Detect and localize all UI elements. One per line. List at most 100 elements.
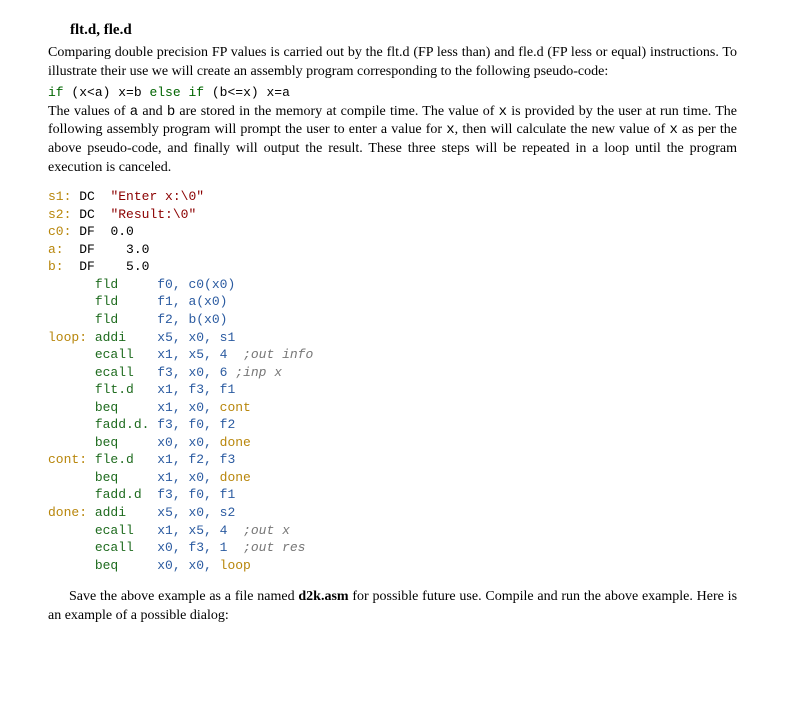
code-line: a: DF 3.0 xyxy=(48,241,737,259)
ops: x0, f3, 1 xyxy=(157,540,227,555)
mnem: fld xyxy=(95,312,118,327)
code-line: ecall x1, x5, 4 ;out info xyxy=(48,346,737,364)
ops: x1, x5, 4 xyxy=(157,347,227,362)
mnem: fle.d xyxy=(95,452,134,467)
lbl: loop: xyxy=(48,330,87,345)
code-line: beq x0, x0, done xyxy=(48,434,737,452)
ops: f3, f0, f2 xyxy=(157,417,235,432)
kw-if: if xyxy=(48,85,64,100)
mnem: fadd.d. xyxy=(95,417,150,432)
code-line: cont: fle.d x1, f2, f3 xyxy=(48,451,737,469)
ops: x1, x0, xyxy=(157,400,219,415)
cond2: (b<=x) x=a xyxy=(204,85,290,100)
dir: DC xyxy=(79,207,95,222)
mnem: beq xyxy=(95,400,118,415)
id-x1: x xyxy=(499,104,507,120)
lbl: s2: xyxy=(48,207,71,222)
code-line: b: DF 5.0 xyxy=(48,258,737,276)
arg: 0.0 xyxy=(110,224,133,239)
ops: f1, a(x0) xyxy=(157,294,227,309)
ops: x1, f3, f1 xyxy=(157,382,235,397)
ops: x1, x5, 4 xyxy=(157,523,227,538)
mnem: ecall xyxy=(95,540,134,555)
lbl: c0: xyxy=(48,224,71,239)
comment: ;out info xyxy=(243,347,313,362)
mnem: beq xyxy=(95,470,118,485)
p2e: , then will calculate the new value of xyxy=(455,122,670,137)
ops: x0, x0, xyxy=(157,435,219,450)
assembly-code-block: s1: DC "Enter x:\0" s2: DC "Result:\0" c… xyxy=(48,188,737,574)
mnem: fld xyxy=(95,277,118,292)
mnem: ecall xyxy=(95,365,134,380)
id-a: a xyxy=(130,104,138,120)
lbl: cont: xyxy=(48,452,87,467)
code-line: fld f1, a(x0) xyxy=(48,293,737,311)
comment: ;inp x xyxy=(235,365,282,380)
target: loop xyxy=(220,558,251,573)
section-heading: flt.d, fle.d xyxy=(70,20,737,40)
code-line: beq x1, x0, cont xyxy=(48,399,737,417)
ops: x5, x0, s1 xyxy=(157,330,235,345)
arg: 3.0 xyxy=(110,242,149,257)
mnem: beq xyxy=(95,558,118,573)
cond1: (x<a) x=b xyxy=(64,85,150,100)
ops: x1, x0, xyxy=(157,470,219,485)
target: cont xyxy=(220,400,251,415)
ops: f3, x0, 6 xyxy=(157,365,227,380)
ops: f3, f0, f1 xyxy=(157,487,235,502)
ops: f2, b(x0) xyxy=(157,312,227,327)
lbl: done: xyxy=(48,505,87,520)
fa: Save the above example as a file named xyxy=(69,589,298,604)
pseudocode-line: if (x<a) x=b else if (b<=x) x=a xyxy=(48,84,737,102)
lbl: a: xyxy=(48,242,64,257)
id-x2: x xyxy=(446,122,454,138)
arg: 5.0 xyxy=(110,259,149,274)
dir: DF xyxy=(79,242,95,257)
p2c: are stored in the memory at compile time… xyxy=(175,104,498,119)
mnem: fadd.d xyxy=(95,487,142,502)
id-x3: x xyxy=(669,122,677,138)
code-line: ecall f3, x0, 6 ;inp x xyxy=(48,364,737,382)
code-line: ecall x0, f3, 1 ;out res xyxy=(48,539,737,557)
mnem: addi xyxy=(95,505,126,520)
mnem: fld xyxy=(95,294,118,309)
mnem: addi xyxy=(95,330,126,345)
dir: DF xyxy=(79,259,95,274)
code-line: loop: addi x5, x0, s1 xyxy=(48,329,737,347)
kw-if2: if xyxy=(181,85,204,100)
code-line: flt.d x1, f3, f1 xyxy=(48,381,737,399)
dir: DC xyxy=(79,189,95,204)
ops: x0, x0, xyxy=(157,558,219,573)
code-line: beq x1, x0, done xyxy=(48,469,737,487)
code-line: c0: DF 0.0 xyxy=(48,223,737,241)
mnem: flt.d xyxy=(95,382,134,397)
ops: x5, x0, s2 xyxy=(157,505,235,520)
lbl: b: xyxy=(48,259,64,274)
p2a: The values of xyxy=(48,104,130,119)
code-line: fld f2, b(x0) xyxy=(48,311,737,329)
arg: "Result:\0" xyxy=(110,207,196,222)
mnem: beq xyxy=(95,435,118,450)
code-line: fld f0, c0(x0) xyxy=(48,276,737,294)
target: done xyxy=(220,470,251,485)
comment: ;out res xyxy=(243,540,305,555)
ops: f0, c0(x0) xyxy=(157,277,235,292)
code-line: fadd.d. f3, f0, f2 xyxy=(48,416,737,434)
intro-paragraph: Comparing double precision FP values is … xyxy=(48,44,737,82)
p2b: and xyxy=(138,104,167,119)
ops: x1, f2, f3 xyxy=(157,452,235,467)
mnem: ecall xyxy=(95,347,134,362)
lbl: s1: xyxy=(48,189,71,204)
code-line: s1: DC "Enter x:\0" xyxy=(48,188,737,206)
code-line: beq x0, x0, loop xyxy=(48,557,737,575)
code-line: s2: DC "Result:\0" xyxy=(48,206,737,224)
code-line: ecall x1, x5, 4 ;out x xyxy=(48,522,737,540)
dir: DF xyxy=(79,224,95,239)
filename: d2k.asm xyxy=(298,589,348,604)
code-line: fadd.d f3, f0, f1 xyxy=(48,486,737,504)
mnem: ecall xyxy=(95,523,134,538)
target: done xyxy=(220,435,251,450)
code-line: done: addi x5, x0, s2 xyxy=(48,504,737,522)
comment: ;out x xyxy=(243,523,290,538)
footer-paragraph: Save the above example as a file named d… xyxy=(48,588,737,626)
